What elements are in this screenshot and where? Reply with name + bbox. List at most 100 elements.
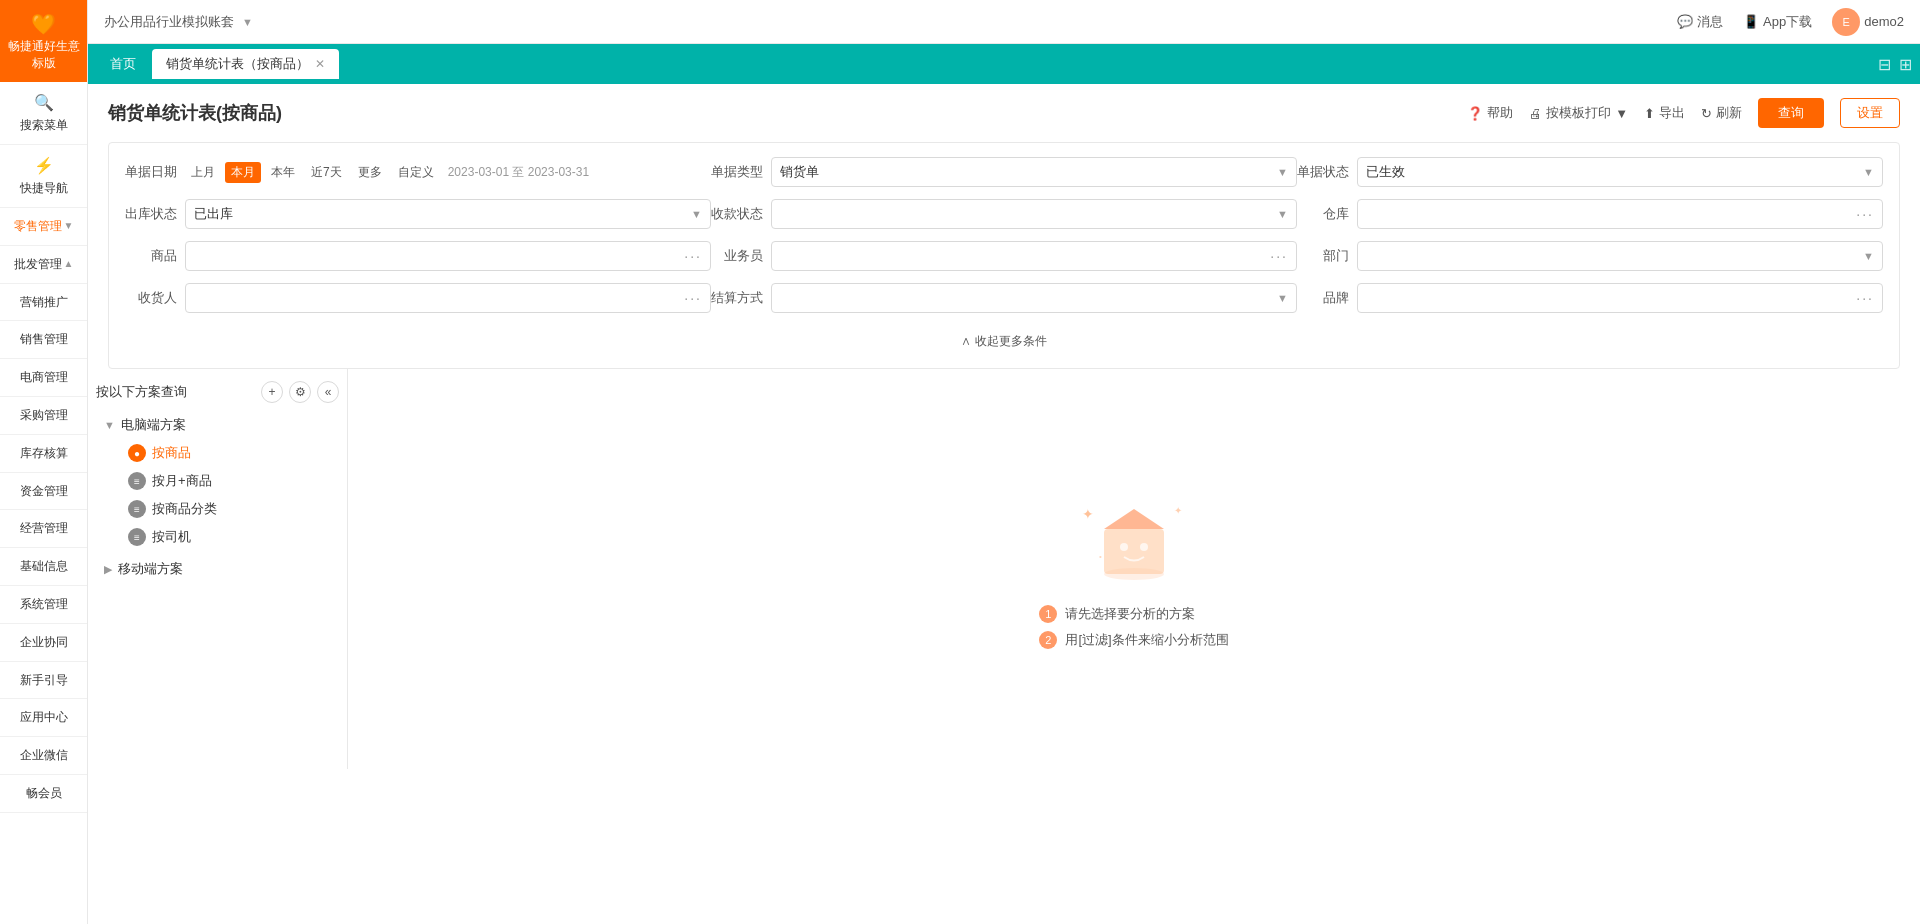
out-control[interactable]: 已出库 ▼ bbox=[185, 199, 711, 229]
tab-minimize-icon[interactable]: ⊟ bbox=[1878, 55, 1891, 74]
sidebar-item-sales[interactable]: 销售管理 bbox=[0, 321, 87, 359]
warehouse-control[interactable]: ··· bbox=[1357, 199, 1883, 229]
export-icon: ⬆ bbox=[1644, 106, 1655, 121]
sidebar-item-newuser[interactable]: 新手引导 bbox=[0, 662, 87, 700]
refresh-button[interactable]: ↻ 刷新 bbox=[1701, 104, 1742, 122]
date-tab-7days[interactable]: 近7天 bbox=[305, 162, 348, 183]
help-icon: ❓ bbox=[1467, 106, 1483, 121]
tab-home[interactable]: 首页 bbox=[96, 49, 150, 79]
template-print-button[interactable]: 🖨 按模板打印 ▼ bbox=[1529, 104, 1628, 122]
tree-item-by-goods[interactable]: ● 按商品 bbox=[120, 439, 339, 467]
warehouse-dots-icon[interactable]: ··· bbox=[1856, 206, 1874, 222]
date-tabs: 上月 本月 本年 近7天 更多 自定义 2023-03-01 至 2023-03… bbox=[185, 162, 589, 183]
brand-control[interactable]: ··· bbox=[1357, 283, 1883, 313]
date-tab-thismonth[interactable]: 本月 bbox=[225, 162, 261, 183]
brand-dots-icon[interactable]: ··· bbox=[1856, 290, 1874, 306]
page-title-bar: 销货单统计表(按商品) ❓ 帮助 🖨 按模板打印 ▼ ⬆ bbox=[108, 98, 1900, 128]
goods-control[interactable]: ··· bbox=[185, 241, 711, 271]
query-button[interactable]: 查询 bbox=[1758, 98, 1824, 128]
sidebar-item-wechat[interactable]: 企业微信 bbox=[0, 737, 87, 775]
dept-control[interactable]: ▼ bbox=[1357, 241, 1883, 271]
tree-item-by-month-goods[interactable]: ≡ 按月+商品 bbox=[120, 467, 339, 495]
sidebar-item-search[interactable]: 🔍 搜索菜单 bbox=[0, 82, 87, 145]
ecommerce-label: 电商管理 bbox=[20, 369, 68, 386]
tab-report[interactable]: 销货单统计表（按商品） ✕ bbox=[152, 49, 339, 79]
date-tab-thisyear[interactable]: 本年 bbox=[265, 162, 301, 183]
tab-expand-icon[interactable]: ⊞ bbox=[1899, 55, 1912, 74]
add-scheme-button[interactable]: + bbox=[261, 381, 283, 403]
type-dropdown-icon: ▼ bbox=[1277, 166, 1288, 178]
tree-group-pc-label: 电脑端方案 bbox=[121, 416, 186, 434]
empty-hint-2: 2 用[过滤]条件来缩小分析范围 bbox=[1039, 631, 1228, 649]
brand-label: 品牌 bbox=[1297, 289, 1349, 307]
collapse-panel-button[interactable]: « bbox=[317, 381, 339, 403]
tree-group-mobile[interactable]: ▶ 移动端方案 bbox=[96, 555, 339, 583]
sidebar-item-system[interactable]: 系统管理 bbox=[0, 586, 87, 624]
breadcrumb: 办公用品行业模拟账套 ▼ bbox=[104, 13, 253, 31]
collapse-conditions-button[interactable]: ∧ 收起更多条件 bbox=[125, 325, 1883, 354]
member-label: 畅会员 bbox=[26, 785, 62, 802]
date-range-text: 2023-03-01 至 2023-03-31 bbox=[448, 164, 589, 181]
sidebar-item-marketing[interactable]: 营销推广 bbox=[0, 284, 87, 322]
app-logo[interactable]: 🧡 畅捷通好生意 标版 bbox=[0, 0, 87, 82]
enterprise-label: 企业协同 bbox=[20, 634, 68, 651]
sidebar-item-purchase[interactable]: 采购管理 bbox=[0, 397, 87, 435]
dept-dropdown-icon: ▼ bbox=[1863, 250, 1874, 262]
salesman-dots-icon[interactable]: ··· bbox=[1270, 248, 1288, 264]
tree-item-month-goods-icon: ≡ bbox=[128, 472, 146, 490]
salesman-control[interactable]: ··· bbox=[771, 241, 1297, 271]
filter-brand: 品牌 ··· bbox=[1297, 283, 1883, 313]
receipt-control[interactable]: ▼ bbox=[771, 199, 1297, 229]
sales-label: 销售管理 bbox=[20, 331, 68, 348]
logo-icon: 🧡 bbox=[5, 10, 82, 38]
app-download-button[interactable]: 📱 App下载 bbox=[1743, 13, 1812, 31]
sidebar-item-operations[interactable]: 经营管理 bbox=[0, 510, 87, 548]
dept-label: 部门 bbox=[1297, 247, 1349, 265]
add-icon: + bbox=[268, 385, 275, 399]
tree-group-pc[interactable]: ▼ 电脑端方案 bbox=[96, 411, 339, 439]
newuser-label: 新手引导 bbox=[20, 672, 68, 689]
tree-item-by-category[interactable]: ≡ 按商品分类 bbox=[120, 495, 339, 523]
main-wrapper: 办公用品行业模拟账套 ▼ 💬 消息 📱 App下载 E demo2 首页 bbox=[88, 0, 1920, 924]
left-panel-title: 按以下方案查询 bbox=[96, 383, 187, 401]
download-icon: 📱 bbox=[1743, 14, 1759, 29]
user-menu-button[interactable]: E demo2 bbox=[1832, 8, 1904, 36]
breadcrumb-dropdown-icon[interactable]: ▼ bbox=[242, 16, 253, 28]
tab-close-icon[interactable]: ✕ bbox=[315, 57, 325, 71]
tree-item-month-goods-label: 按月+商品 bbox=[152, 472, 212, 490]
wholesale-arrow-icon: ▲ bbox=[64, 257, 74, 271]
settle-control[interactable]: ▼ bbox=[771, 283, 1297, 313]
recipient-dots-icon[interactable]: ··· bbox=[684, 290, 702, 306]
sidebar-item-quicknav[interactable]: ⚡ 快捷导航 bbox=[0, 145, 87, 208]
date-tab-lastmonth[interactable]: 上月 bbox=[185, 162, 221, 183]
date-tab-more[interactable]: 更多 bbox=[352, 162, 388, 183]
sidebar-item-appcenter[interactable]: 应用中心 bbox=[0, 699, 87, 737]
status-label: 单据状态 bbox=[1297, 163, 1349, 181]
tree-mobile-expand-icon: ▶ bbox=[104, 563, 112, 576]
recipient-control[interactable]: ··· bbox=[185, 283, 711, 313]
message-button[interactable]: 💬 消息 bbox=[1677, 13, 1723, 31]
panel-actions: + ⚙ « bbox=[261, 381, 339, 403]
help-button[interactable]: ❓ 帮助 bbox=[1467, 104, 1513, 122]
receipt-label: 收款状态 bbox=[711, 205, 763, 223]
tree-item-by-driver[interactable]: ≡ 按司机 bbox=[120, 523, 339, 551]
sidebar-item-basic[interactable]: 基础信息 bbox=[0, 548, 87, 586]
header-actions: 💬 消息 📱 App下载 E demo2 bbox=[1677, 8, 1904, 36]
sidebar-item-inventory[interactable]: 库存核算 bbox=[0, 435, 87, 473]
goods-dots-icon[interactable]: ··· bbox=[684, 248, 702, 264]
settings-button[interactable]: 设置 bbox=[1840, 98, 1900, 128]
sidebar-item-finance[interactable]: 资金管理 bbox=[0, 473, 87, 511]
sidebar-item-retail[interactable]: 零售管理 ▼ bbox=[0, 208, 87, 246]
page-body: 销货单统计表(按商品) ❓ 帮助 🖨 按模板打印 ▼ ⬆ bbox=[88, 84, 1920, 924]
date-tab-custom[interactable]: 自定义 bbox=[392, 162, 440, 183]
sidebar-item-ecommerce[interactable]: 电商管理 bbox=[0, 359, 87, 397]
type-control[interactable]: 销货单 ▼ bbox=[771, 157, 1297, 187]
finance-label: 资金管理 bbox=[20, 483, 68, 500]
sidebar-item-wholesale[interactable]: 批发管理 ▲ bbox=[0, 246, 87, 284]
status-control[interactable]: 已生效 ▼ bbox=[1357, 157, 1883, 187]
sidebar-item-member[interactable]: 畅会员 bbox=[0, 775, 87, 813]
settings-scheme-button[interactable]: ⚙ bbox=[289, 381, 311, 403]
sidebar-item-enterprise[interactable]: 企业协同 bbox=[0, 624, 87, 662]
export-button[interactable]: ⬆ 导出 bbox=[1644, 104, 1685, 122]
top-header: 办公用品行业模拟账套 ▼ 💬 消息 📱 App下载 E demo2 bbox=[88, 0, 1920, 44]
